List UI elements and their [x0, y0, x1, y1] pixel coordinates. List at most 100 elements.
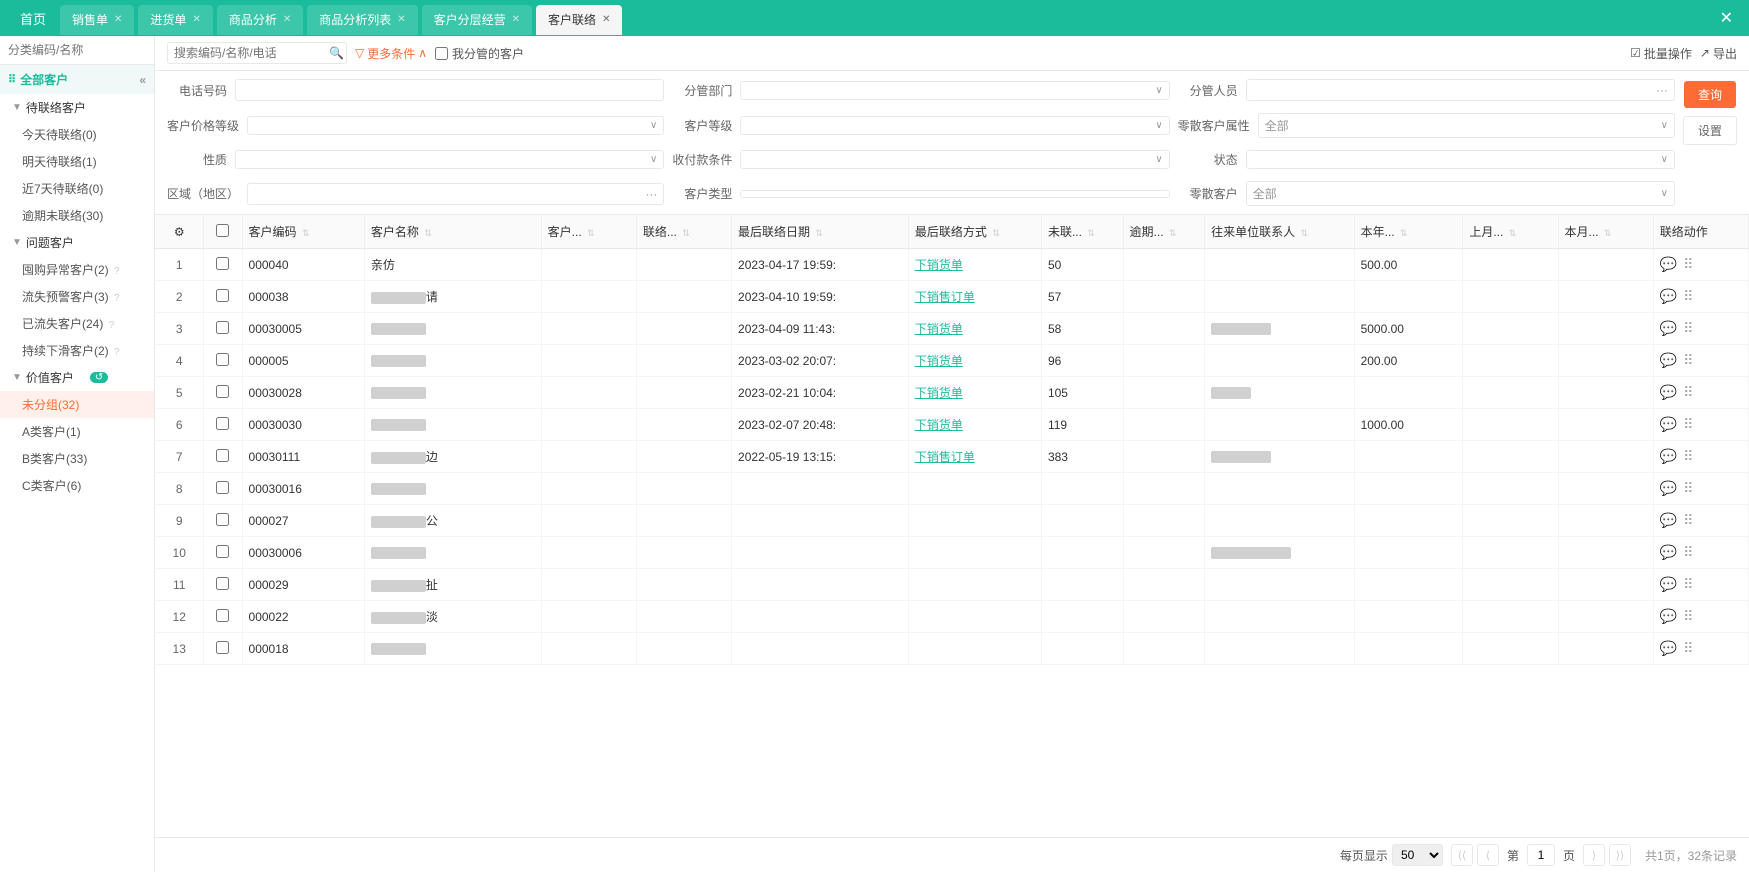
last-method-link[interactable]: 下销货单: [915, 418, 963, 432]
grid-action-icon[interactable]: ⠿: [1683, 352, 1693, 369]
grid-action-icon[interactable]: ⠿: [1683, 288, 1693, 305]
chat-icon[interactable]: 💬: [1660, 384, 1677, 401]
sidebar-class-c[interactable]: C类客户(6): [0, 472, 154, 499]
reset-button[interactable]: 设置: [1683, 116, 1737, 145]
last-method-link[interactable]: 下销货单: [915, 386, 963, 400]
row-checkbox[interactable]: [216, 481, 229, 494]
grid-action-icon[interactable]: ⠿: [1683, 608, 1693, 625]
grid-action-icon[interactable]: ⠿: [1683, 480, 1693, 497]
col-settings[interactable]: ⚙: [155, 215, 204, 249]
settings-icon[interactable]: ⚙: [174, 225, 185, 239]
sort-icon[interactable]: ⇅: [302, 228, 310, 238]
sidebar-hoarding-abnormal[interactable]: 囤购异常客户(2) ?: [0, 256, 154, 283]
price-level-select[interactable]: ∨: [247, 116, 664, 135]
page-number-input[interactable]: [1527, 844, 1555, 866]
sidebar-overdue-contact[interactable]: 逾期未联络(30): [0, 202, 154, 229]
sidebar-today-pending[interactable]: 今天待联络(0): [0, 121, 154, 148]
row-checkbox[interactable]: [216, 513, 229, 526]
payment-select[interactable]: ∨: [740, 150, 1169, 169]
row-checkbox[interactable]: [216, 577, 229, 590]
dept-select[interactable]: ∨: [740, 81, 1169, 100]
tab-customer-contact[interactable]: 客户联络 ✕: [536, 5, 622, 35]
grid-action-icon[interactable]: ⠿: [1683, 416, 1693, 433]
chat-icon[interactable]: 💬: [1660, 256, 1677, 273]
export-button[interactable]: ↗ 导出: [1700, 45, 1737, 62]
chat-icon[interactable]: 💬: [1660, 320, 1677, 337]
home-tab[interactable]: 首页: [8, 0, 58, 36]
chat-icon[interactable]: 💬: [1660, 448, 1677, 465]
chat-icon[interactable]: 💬: [1660, 288, 1677, 305]
sort-icon[interactable]: ⇅: [682, 228, 690, 238]
value-icon[interactable]: ↺: [90, 372, 108, 383]
filter-search-input[interactable]: [174, 46, 329, 60]
first-page-button[interactable]: ⟨⟨: [1451, 844, 1473, 866]
retail-attr-select[interactable]: 全部 ∨: [1258, 113, 1675, 138]
col-select-all[interactable]: [204, 215, 242, 249]
sort-icon[interactable]: ⇅: [587, 228, 595, 238]
last-method-link[interactable]: 下销货单: [915, 354, 963, 368]
close-product-analysis-tab[interactable]: ✕: [283, 14, 291, 25]
tab-product-list[interactable]: 商品分析列表 ✕: [307, 5, 417, 35]
chat-icon[interactable]: 💬: [1660, 416, 1677, 433]
window-close-button[interactable]: ✕: [1712, 8, 1741, 28]
row-checkbox[interactable]: [216, 289, 229, 302]
last-method-link[interactable]: 下销售订单: [915, 290, 975, 304]
row-checkbox[interactable]: [216, 545, 229, 558]
row-checkbox[interactable]: [216, 449, 229, 462]
chat-icon[interactable]: 💬: [1660, 544, 1677, 561]
collapse-icon[interactable]: «: [139, 73, 146, 87]
chat-icon[interactable]: 💬: [1660, 640, 1677, 657]
close-customer-tier-tab[interactable]: ✕: [512, 14, 520, 25]
region-select[interactable]: ···: [247, 183, 664, 205]
tab-customer-tier[interactable]: 客户分层经营 ✕: [422, 5, 532, 35]
chat-icon[interactable]: 💬: [1660, 576, 1677, 593]
value-customers-group[interactable]: ▼ 价值客户 ↺: [0, 364, 154, 391]
chat-icon[interactable]: 💬: [1660, 480, 1677, 497]
nature-select[interactable]: ∨: [235, 150, 664, 169]
tab-purchase[interactable]: 进货单 ✕: [138, 5, 212, 35]
grid-action-icon[interactable]: ⠿: [1683, 320, 1693, 337]
sort-icon[interactable]: ⇅: [1604, 228, 1612, 238]
last-method-link[interactable]: 下销货单: [915, 258, 963, 272]
last-method-link[interactable]: 下销售订单: [915, 450, 975, 464]
filter-search-icon[interactable]: 🔍: [329, 46, 344, 60]
row-checkbox[interactable]: [216, 641, 229, 654]
row-checkbox[interactable]: [216, 257, 229, 270]
page-size-select[interactable]: 50 20 100 200: [1392, 844, 1443, 866]
last-method-link[interactable]: 下销货单: [915, 322, 963, 336]
sort-icon[interactable]: ⇅: [1087, 228, 1095, 238]
sidebar-7days-pending[interactable]: 近7天待联络(0): [0, 175, 154, 202]
customer-type-select[interactable]: [740, 190, 1169, 198]
grid-action-icon[interactable]: ⠿: [1683, 256, 1693, 273]
sidebar-search-input[interactable]: [8, 43, 155, 57]
close-product-list-tab[interactable]: ✕: [397, 14, 405, 25]
grid-action-icon[interactable]: ⠿: [1683, 576, 1693, 593]
sort-icon[interactable]: ⇅: [1509, 228, 1517, 238]
customer-level-select[interactable]: ∨: [740, 116, 1169, 135]
tab-sales-order[interactable]: 销售单 ✕: [60, 5, 134, 35]
close-purchase-tab[interactable]: ✕: [192, 14, 200, 25]
grid-action-icon[interactable]: ⠿: [1683, 448, 1693, 465]
more-conditions-button[interactable]: ▽ 更多条件 ∧: [355, 45, 427, 62]
sidebar-declining[interactable]: 持续下滑客户(2) ?: [0, 337, 154, 364]
grid-action-icon[interactable]: ⠿: [1683, 544, 1693, 561]
grid-action-icon[interactable]: ⠿: [1683, 384, 1693, 401]
sort-icon[interactable]: ⇅: [815, 228, 823, 238]
sort-icon[interactable]: ⇅: [1169, 228, 1177, 238]
sidebar-class-a[interactable]: A类客户(1): [0, 418, 154, 445]
my-customers-check[interactable]: [435, 47, 448, 60]
query-button[interactable]: 查询: [1684, 81, 1736, 108]
chat-icon[interactable]: 💬: [1660, 352, 1677, 369]
select-all-checkbox[interactable]: [216, 224, 229, 237]
row-checkbox[interactable]: [216, 417, 229, 430]
chat-icon[interactable]: 💬: [1660, 512, 1677, 529]
pending-contact-group[interactable]: ▼ 待联络客户: [0, 94, 154, 121]
sidebar-ungrouped[interactable]: 未分组(32): [0, 391, 154, 418]
sort-icon[interactable]: ⇅: [992, 228, 1000, 238]
row-checkbox[interactable]: [216, 353, 229, 366]
sidebar-class-b[interactable]: B类客户(33): [0, 445, 154, 472]
chat-icon[interactable]: 💬: [1660, 608, 1677, 625]
next-page-button[interactable]: ⟩: [1583, 844, 1605, 866]
all-customers-header[interactable]: ⠿ 全部客户 «: [0, 65, 154, 94]
row-checkbox[interactable]: [216, 321, 229, 334]
